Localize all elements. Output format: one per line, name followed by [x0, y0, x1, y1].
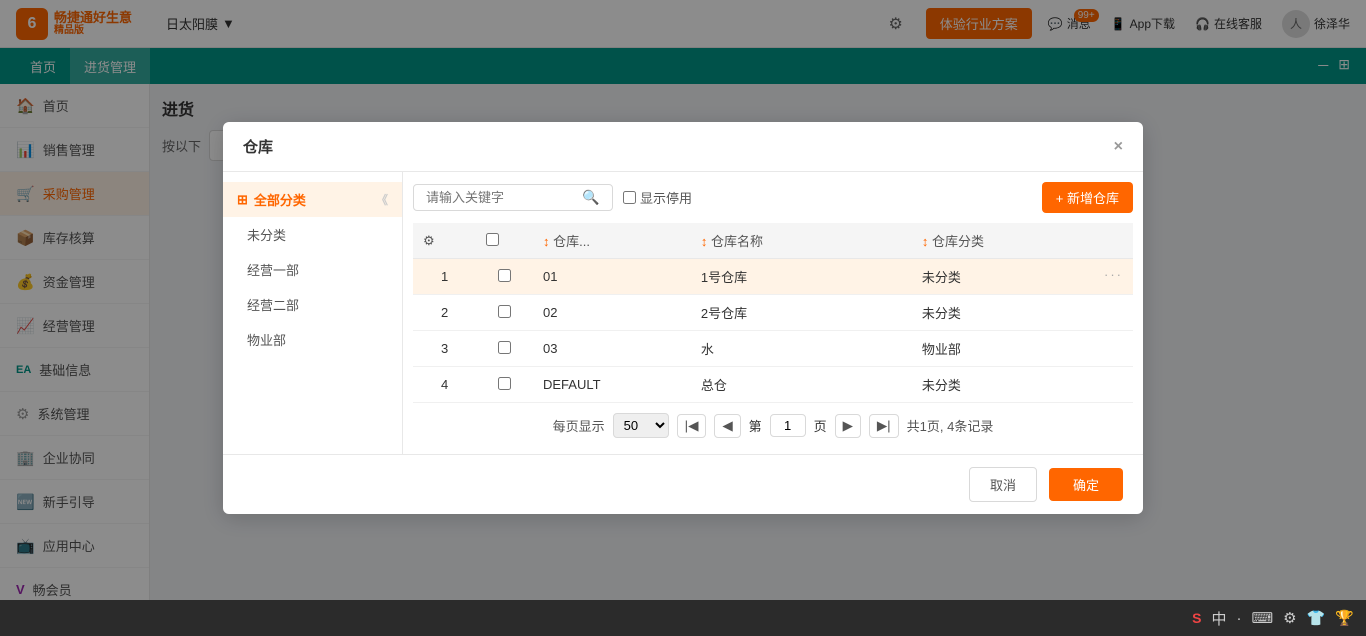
pagination: 每页显示 50 10 20 100 |◀ ◀ 第 页 ▶ ▶| 共1页, 4条记… — [413, 403, 1133, 444]
category-item-unclassified[interactable]: 未分类 — [223, 217, 402, 252]
trophy-icon: 🏆 — [1335, 609, 1354, 627]
table-row[interactable]: 2 02 2号仓库 未分类 — [413, 295, 1133, 331]
dot-icon: · — [1237, 610, 1242, 627]
row-num: 2 — [413, 295, 476, 331]
row-category: 物业部 — [912, 331, 1133, 367]
row-check[interactable] — [476, 295, 533, 331]
add-warehouse-button[interactable]: + 新增仓库 — [1042, 182, 1133, 213]
row-name: 1号仓库 — [691, 259, 912, 295]
collapse-icon[interactable]: 《 — [376, 191, 388, 208]
row-check[interactable] — [476, 367, 533, 403]
category-item-ops2[interactable]: 经营二部 — [223, 287, 402, 322]
table-container: ⚙ ↕ 仓库... ↕ 仓库名称 ↕ 仓库分类 — [413, 223, 1133, 403]
page-size-select[interactable]: 50 10 20 100 — [613, 413, 669, 438]
modal-overlay[interactable]: 仓库 × ⊞ 全部分类 《 未分类 经营一部 经营二部 物业部 — [0, 0, 1366, 636]
show-disabled-text: 显示停用 — [640, 188, 692, 207]
cancel-button[interactable]: 取消 — [969, 467, 1037, 502]
row-name: 2号仓库 — [691, 295, 912, 331]
grid-icon: ⊞ — [237, 192, 248, 208]
confirm-button[interactable]: 确定 — [1049, 468, 1123, 501]
search-bar: 🔍 显示停用 + 新增仓库 — [413, 182, 1133, 213]
prev-page-button[interactable]: ◀ — [714, 414, 740, 438]
row-category: 未分类 ··· — [912, 259, 1133, 295]
row-check[interactable] — [476, 259, 533, 295]
zh-icon: 中 — [1212, 608, 1227, 629]
row-category: 未分类 — [912, 367, 1133, 403]
table-row[interactable]: 4 DEFAULT 总仓 未分类 — [413, 367, 1133, 403]
row-num: 1 — [413, 259, 476, 295]
page-total-info: 共1页, 4条记录 — [907, 416, 994, 435]
warehouse-modal: 仓库 × ⊞ 全部分类 《 未分类 经营一部 经营二部 物业部 — [223, 122, 1143, 514]
row-code: DEFAULT — [533, 367, 691, 403]
row-name: 总仓 — [691, 367, 912, 403]
search-input-wrap: 🔍 — [413, 184, 613, 211]
page-suffix: 页 — [814, 416, 827, 435]
search-icon: 🔍 — [582, 189, 599, 206]
select-all-checkbox[interactable] — [486, 233, 499, 246]
category-panel: ⊞ 全部分类 《 未分类 经营一部 经营二部 物业部 — [223, 172, 403, 454]
th-gear: ⚙ — [413, 223, 476, 259]
modal-close-button[interactable]: × — [1114, 138, 1123, 156]
th-name: ↕ 仓库名称 — [691, 223, 912, 259]
table-panel: 🔍 显示停用 + 新增仓库 ⚙ — [403, 172, 1143, 454]
modal-title: 仓库 — [243, 136, 273, 157]
row-code: 01 — [533, 259, 691, 295]
row-check[interactable] — [476, 331, 533, 367]
keyboard-icon[interactable]: ⌨ — [1252, 609, 1274, 627]
page-number-input[interactable] — [770, 414, 806, 437]
page-size-label: 每页显示 — [553, 416, 605, 435]
category-all-label: 全部分类 — [254, 190, 306, 209]
last-page-button[interactable]: ▶| — [869, 414, 899, 438]
page-label: 第 — [749, 416, 762, 435]
search-input[interactable] — [422, 185, 582, 210]
settings2-icon[interactable]: ⚙ — [1283, 609, 1296, 627]
first-page-button[interactable]: |◀ — [677, 414, 707, 438]
show-disabled-checkbox[interactable] — [623, 191, 636, 204]
show-disabled-label: 显示停用 — [623, 188, 692, 207]
sougou-icon: S — [1192, 610, 1201, 626]
category-item-ops1[interactable]: 经营一部 — [223, 252, 402, 287]
row-num: 3 — [413, 331, 476, 367]
modal-header: 仓库 × — [223, 122, 1143, 172]
table-row[interactable]: 1 01 1号仓库 未分类 ··· — [413, 259, 1133, 295]
row-name: 水 — [691, 331, 912, 367]
modal-footer: 取消 确定 — [223, 454, 1143, 514]
th-code: ↕ 仓库... — [533, 223, 691, 259]
row-actions[interactable]: ··· — [1104, 267, 1123, 282]
modal-body: ⊞ 全部分类 《 未分类 经营一部 经营二部 物业部 🔍 — [223, 172, 1143, 454]
row-num: 4 — [413, 367, 476, 403]
table-row[interactable]: 3 03 水 物业部 — [413, 331, 1133, 367]
warehouse-table: ⚙ ↕ 仓库... ↕ 仓库名称 ↕ 仓库分类 — [413, 223, 1133, 403]
row-code: 02 — [533, 295, 691, 331]
th-check — [476, 223, 533, 259]
row-code: 03 — [533, 331, 691, 367]
th-category: ↕ 仓库分类 — [912, 223, 1133, 259]
category-all-item[interactable]: ⊞ 全部分类 《 — [223, 182, 402, 217]
shirt-icon: 👕 — [1307, 609, 1326, 627]
next-page-button[interactable]: ▶ — [835, 414, 861, 438]
row-category: 未分类 — [912, 295, 1133, 331]
category-item-property[interactable]: 物业部 — [223, 322, 402, 357]
bottom-bar: S 中 · ⌨ ⚙ 👕 🏆 — [0, 600, 1366, 636]
